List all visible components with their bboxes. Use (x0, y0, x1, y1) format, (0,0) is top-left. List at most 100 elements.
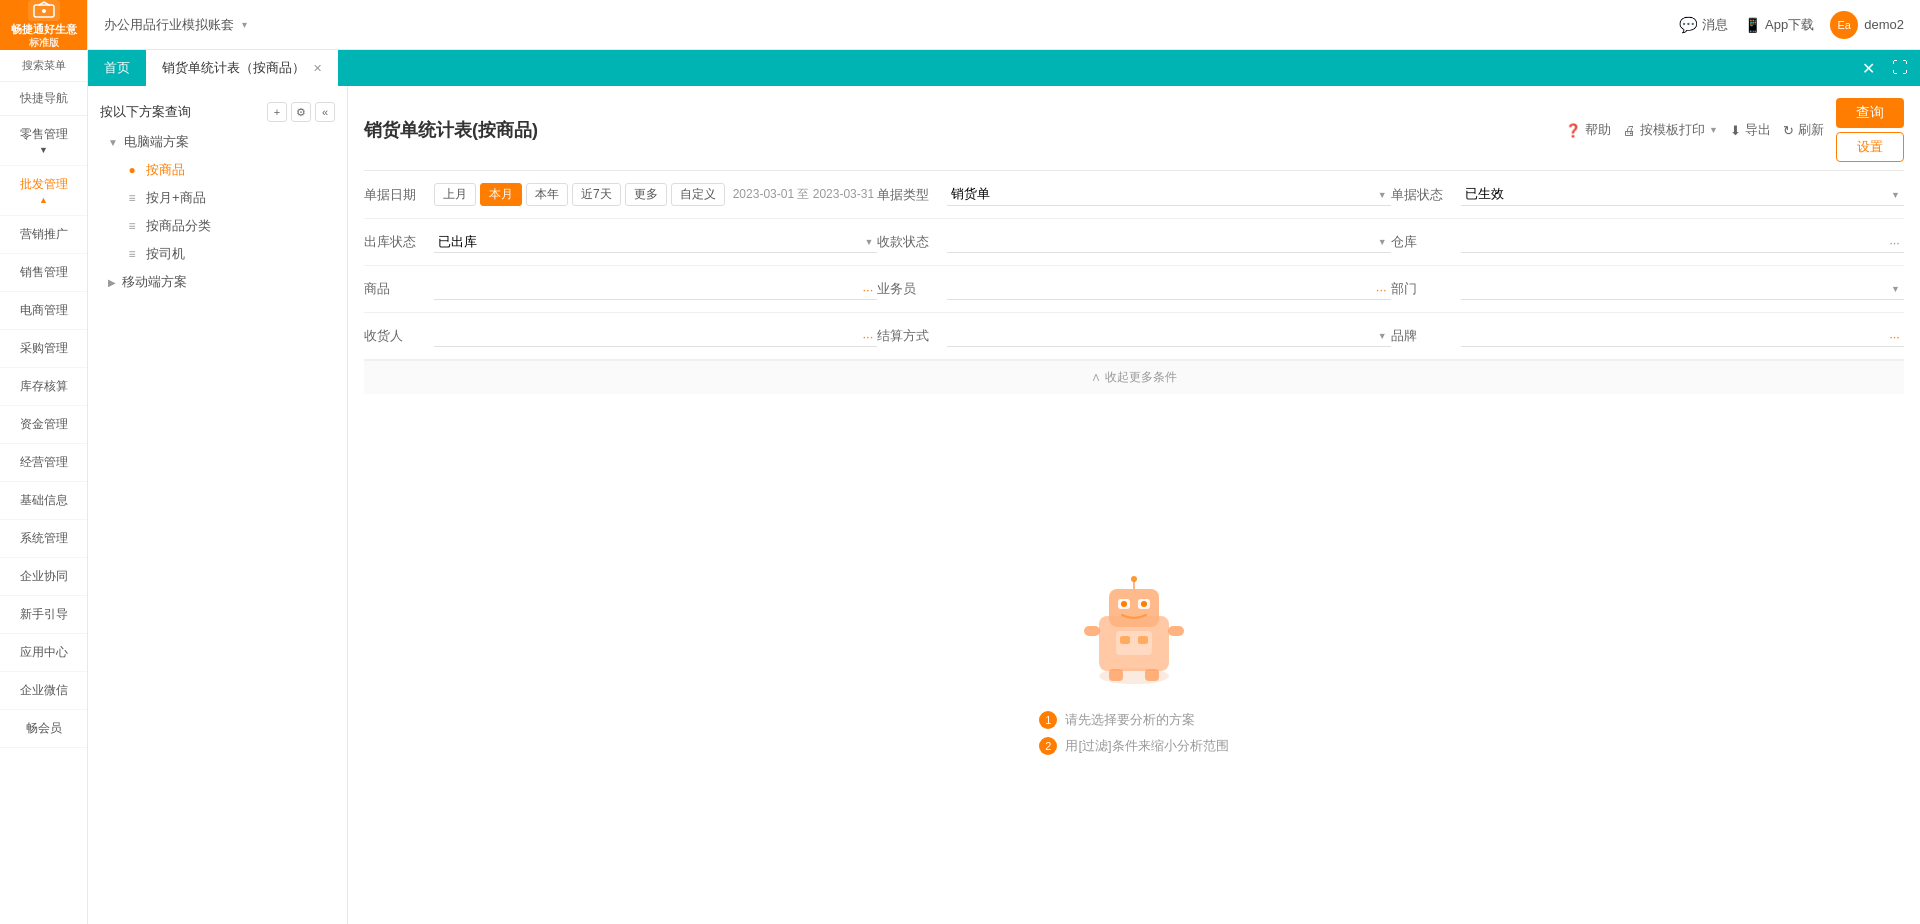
date-btn-lastmonth[interactable]: 上月 (434, 183, 476, 206)
payment-input[interactable] (947, 325, 1390, 347)
setting-scheme-btn[interactable]: ⚙ (291, 102, 311, 122)
print-btn[interactable]: 🖨 按模板打印 ▼ (1623, 121, 1718, 139)
sidebar-item-marketing[interactable]: 营销推广 (0, 216, 87, 254)
out-status-input[interactable] (434, 231, 877, 253)
goods-dots-icon[interactable]: ··· (862, 282, 873, 297)
tab-sales-stat[interactable]: 销货单统计表（按商品） ✕ (146, 50, 338, 86)
sidebar-item-wechat[interactable]: 企业微信 (0, 672, 87, 710)
logo-icon (28, 0, 60, 21)
filter-recipient: 收货人 ··· (364, 319, 877, 353)
bill-status-dropdown-icon[interactable]: ▼ (1891, 190, 1900, 200)
receipt-status-dropdown-icon[interactable]: ▼ (1378, 237, 1387, 247)
refresh-label: 刷新 (1798, 121, 1824, 139)
export-icon: ⬇ (1730, 123, 1741, 138)
sidebar-item-inventory[interactable]: 库存核算 (0, 368, 87, 406)
tree-node-mobile[interactable]: ▶ 移动端方案 (88, 268, 347, 296)
sidebar-item-guide[interactable]: 新手引导 (0, 596, 87, 634)
date-btn-thisyear[interactable]: 本年 (526, 183, 568, 206)
search-menu[interactable]: 搜索菜单 (0, 50, 87, 82)
sidebar-item-operation[interactable]: 经营管理 (0, 444, 87, 482)
message-btn[interactable]: 💬 消息 (1679, 16, 1728, 34)
staff-dots-icon[interactable]: ··· (1376, 282, 1387, 297)
svg-point-8 (1141, 601, 1147, 607)
staff-input[interactable] (947, 278, 1390, 300)
tip-1-text: 请先选择要分析的方案 (1065, 711, 1195, 729)
tree-child-by-goods[interactable]: ● 按商品 (88, 156, 347, 184)
recipient-dots-icon[interactable]: ··· (862, 329, 873, 344)
sidebar-item-finance[interactable]: 资金管理 (0, 406, 87, 444)
tab-close-window-icon[interactable]: ✕ (1856, 56, 1880, 80)
collapse-filter-btn[interactable]: ∧ 收起更多条件 (364, 360, 1904, 394)
warehouse-input[interactable] (1461, 231, 1904, 253)
empty-illustration (1074, 571, 1194, 691)
sidebar-item-basic-label: 基础信息 (20, 492, 68, 509)
sidebar-item-appcenter[interactable]: 应用中心 (0, 634, 87, 672)
filter-payment: 结算方式 ▼ (877, 319, 1390, 353)
user-area[interactable]: Ea demo2 (1830, 11, 1904, 39)
sidebar-item-member[interactable]: 畅会员 (0, 710, 87, 748)
sidebar-item-retail[interactable]: 零售管理 ▼ (0, 116, 87, 166)
recipient-input[interactable] (434, 325, 877, 347)
add-scheme-btn[interactable]: + (267, 102, 287, 122)
tree-child-by-cashier[interactable]: ≡ 按司机 (88, 240, 347, 268)
sidebar-item-system[interactable]: 系统管理 (0, 520, 87, 558)
tip-num-2: 2 (1039, 737, 1057, 755)
tree-node-pc[interactable]: ▼ 电脑端方案 (88, 128, 347, 156)
tree-child-by-goods-cat[interactable]: ≡ 按商品分类 (88, 212, 347, 240)
tree-expand-icon: ▼ (108, 137, 118, 148)
bill-type-dropdown-icon[interactable]: ▼ (1378, 190, 1387, 200)
svg-point-1 (42, 9, 46, 13)
date-btn-7days[interactable]: 近7天 (572, 183, 621, 206)
query-button[interactable]: 查询 (1836, 98, 1904, 128)
dept-dropdown-icon[interactable]: ▼ (1891, 284, 1900, 294)
sidebar-item-purchase[interactable]: 采购管理 (0, 330, 87, 368)
collapse-panel-btn[interactable]: « (315, 102, 335, 122)
right-panel: 销货单统计表(按商品) ❓ 帮助 🖨 按模板打印 ▼ ⬇ 导出 (348, 86, 1920, 924)
filter-row-3: 商品 ··· 业务员 ··· 部门 (364, 266, 1904, 313)
payment-dropdown-icon[interactable]: ▼ (1378, 331, 1387, 341)
app-download-btn[interactable]: 📱 App下载 (1744, 16, 1814, 34)
brand-input[interactable] (1461, 325, 1904, 347)
tab-expand-icon[interactable]: ⛶ (1888, 56, 1912, 80)
quick-nav-label: 快捷导航 (20, 91, 68, 105)
tab-home[interactable]: 首页 (88, 50, 146, 86)
date-btn-more[interactable]: 更多 (625, 183, 667, 206)
sidebar-item-wholesale[interactable]: 批发管理 ▲ (0, 166, 87, 216)
sidebar-item-ecom[interactable]: 电商管理 (0, 292, 87, 330)
tree-mobile-label: 移动端方案 (122, 273, 187, 291)
goods-control: ··· (434, 278, 877, 300)
export-btn[interactable]: ⬇ 导出 (1730, 121, 1771, 139)
svg-rect-4 (1109, 589, 1159, 627)
topbar-left: 办公用品行业模拟账套 ▾ (104, 16, 247, 34)
tab-close-icon[interactable]: ✕ (313, 62, 322, 75)
help-btn[interactable]: ❓ 帮助 (1565, 121, 1611, 139)
sidebar-item-enterprise[interactable]: 企业协同 (0, 558, 87, 596)
app-name: 畅捷通好生意 (11, 23, 77, 36)
date-btn-thismonth[interactable]: 本月 (480, 183, 522, 206)
avatar: Ea (1830, 11, 1858, 39)
quick-nav[interactable]: 快捷导航 (0, 82, 87, 116)
warehouse-control: ··· (1461, 231, 1904, 253)
payment-label: 结算方式 (877, 327, 947, 345)
warehouse-dots-icon[interactable]: ··· (1889, 235, 1900, 250)
bill-type-input[interactable] (947, 184, 1390, 206)
bill-status-input[interactable] (1461, 184, 1904, 206)
tree-child-by-month-goods[interactable]: ≡ 按月+商品 (88, 184, 347, 212)
setting-button[interactable]: 设置 (1836, 132, 1904, 162)
staff-control: ··· (947, 278, 1390, 300)
goods-input[interactable] (434, 278, 877, 300)
main-area: 办公用品行业模拟账套 ▾ 💬 消息 📱 App下载 Ea demo2 首页 (88, 0, 1920, 924)
dept-input[interactable] (1461, 278, 1904, 300)
industry-dropdown-icon[interactable]: ▾ (242, 19, 247, 30)
date-btn-custom[interactable]: 自定义 (671, 183, 725, 206)
message-label: 消息 (1702, 16, 1728, 34)
receipt-status-input[interactable] (947, 231, 1390, 253)
brand-dots-icon[interactable]: ··· (1889, 329, 1900, 344)
refresh-btn[interactable]: ↻ 刷新 (1783, 121, 1824, 139)
sidebar-item-sales[interactable]: 销售管理 (0, 254, 87, 292)
sidebar-item-basic[interactable]: 基础信息 (0, 482, 87, 520)
out-status-dropdown-icon[interactable]: ▼ (864, 237, 873, 247)
tab-actions: ✕ ⛶ (1856, 56, 1920, 80)
print-dropdown-icon[interactable]: ▼ (1709, 125, 1718, 135)
topbar: 办公用品行业模拟账套 ▾ 💬 消息 📱 App下载 Ea demo2 (88, 0, 1920, 50)
